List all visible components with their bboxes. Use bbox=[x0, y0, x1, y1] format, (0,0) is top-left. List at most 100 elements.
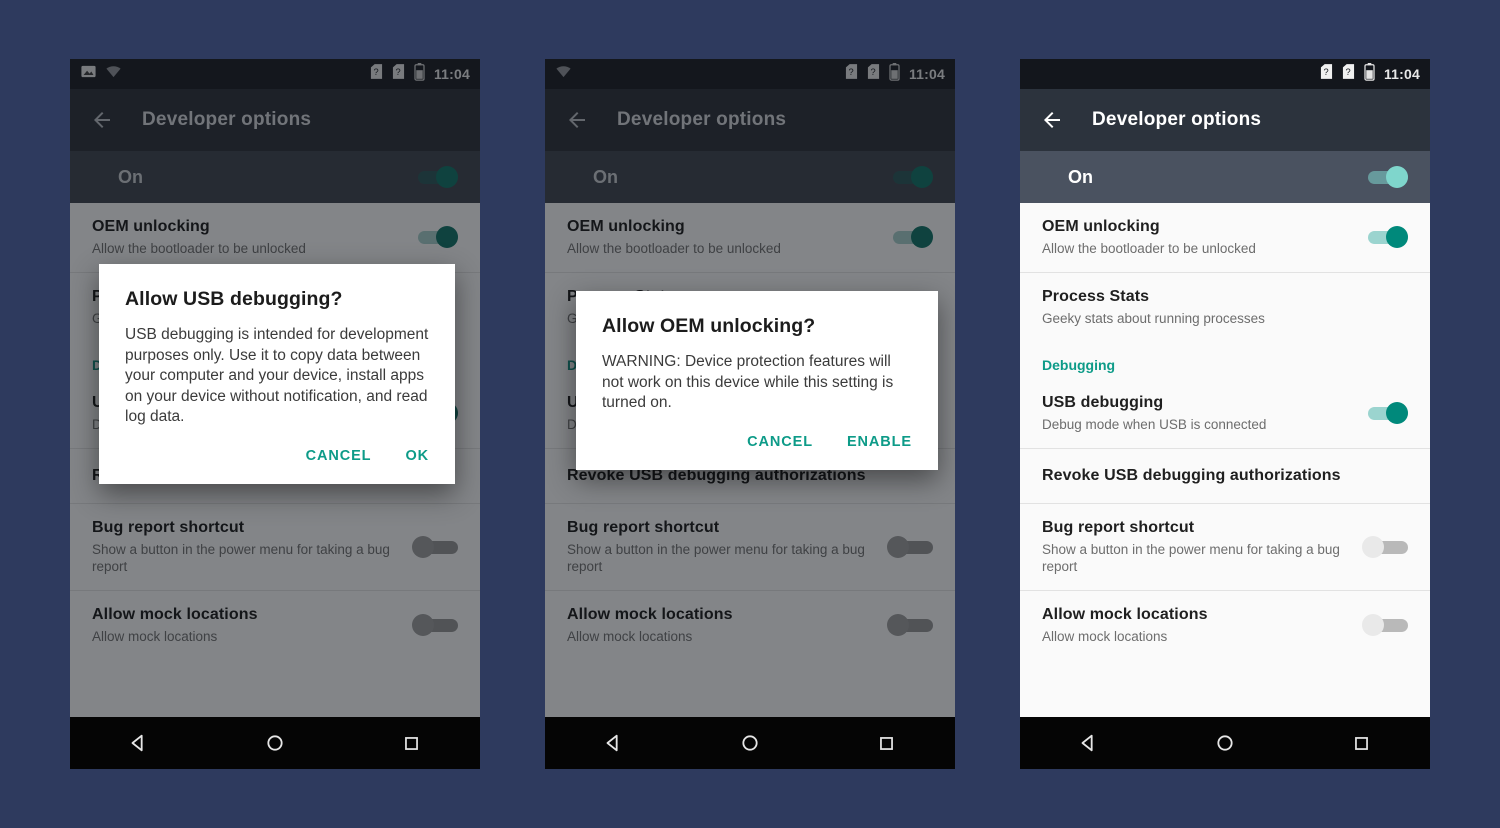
setting-subtitle: Debug mode when USB is connected bbox=[1042, 417, 1267, 433]
status-bar: ? ? 11:04 bbox=[545, 59, 955, 89]
developer-options-master-row[interactable]: On bbox=[1020, 151, 1430, 203]
phone-panel-usb-debugging: ? ? 11:04 Developer options On OEM unloc… bbox=[70, 59, 480, 769]
bug-report-shortcut-toggle[interactable] bbox=[412, 535, 458, 558]
bug-report-shortcut-toggle[interactable] bbox=[887, 535, 933, 558]
recents-square-icon[interactable] bbox=[865, 728, 909, 758]
svg-text:?: ? bbox=[373, 67, 378, 77]
dialog-title: Allow OEM unlocking? bbox=[602, 315, 816, 337]
setting-subtitle: Allow the bootloader to be unlocked bbox=[567, 241, 781, 256]
status-bar-left-icons bbox=[555, 63, 572, 85]
battery-icon bbox=[414, 62, 425, 86]
cancel-button[interactable]: CANCEL bbox=[747, 434, 813, 450]
android-nav-bar bbox=[1020, 717, 1430, 769]
setting-title: OEM unlocking bbox=[1042, 218, 1160, 235]
usb-debugging-dialog: Allow USB debugging? USB debugging is in… bbox=[99, 264, 455, 485]
developer-options-master-row[interactable]: On bbox=[70, 151, 480, 203]
oem-unlocking-dialog: Allow OEM unlocking? WARNING: Device pro… bbox=[576, 291, 938, 470]
list-item[interactable]: Revoke USB debugging authorizations bbox=[1020, 448, 1430, 503]
setting-title: Bug report shortcut bbox=[1042, 518, 1195, 536]
list-item[interactable]: OEM unlocking Allow the bootloader to be… bbox=[545, 203, 955, 272]
recents-square-icon[interactable] bbox=[1340, 728, 1384, 758]
arrow-back-icon[interactable] bbox=[565, 108, 589, 132]
list-item[interactable]: Process Stats Geeky stats about running … bbox=[1020, 272, 1430, 342]
status-bar-clock: 11:04 bbox=[908, 66, 945, 82]
android-nav-bar bbox=[545, 717, 955, 769]
arrow-back-icon[interactable] bbox=[1040, 108, 1064, 132]
status-bar: ? ? 11:04 bbox=[1020, 59, 1430, 89]
ok-button[interactable]: OK bbox=[405, 448, 429, 464]
bug-report-shortcut-toggle[interactable] bbox=[1362, 535, 1408, 558]
home-circle-icon[interactable] bbox=[728, 728, 772, 758]
setting-subtitle: Allow mock locations bbox=[92, 628, 218, 644]
list-item[interactable]: USB debugging Debug mode when USB is con… bbox=[1020, 379, 1430, 448]
page-title: Developer options bbox=[142, 109, 312, 130]
image-icon bbox=[80, 63, 97, 85]
oem-unlocking-toggle[interactable] bbox=[1362, 226, 1408, 249]
setting-subtitle: Show a button in the power menu for taki… bbox=[567, 541, 865, 575]
list-item[interactable]: Allow mock locations Allow mock location… bbox=[545, 590, 955, 660]
master-switch-label: On bbox=[1068, 166, 1093, 187]
list-item[interactable]: Bug report shortcut Show a button in the… bbox=[70, 503, 480, 590]
dialog-title: Allow USB debugging? bbox=[125, 288, 343, 310]
master-toggle-switch[interactable] bbox=[887, 166, 933, 188]
setting-title: Bug report shortcut bbox=[567, 518, 720, 536]
sim-card-question-icon: ? bbox=[1342, 63, 1355, 85]
allow-mock-locations-toggle[interactable] bbox=[412, 614, 458, 636]
list-item[interactable]: Bug report shortcut Show a button in the… bbox=[1020, 503, 1430, 590]
status-bar-right-icons: ? ? 11:04 bbox=[845, 62, 945, 86]
battery-icon bbox=[889, 62, 900, 86]
master-switch-label: On bbox=[118, 166, 143, 187]
list-item[interactable]: OEM unlocking Allow the bootloader to be… bbox=[1020, 203, 1430, 272]
page-title: Developer options bbox=[1092, 109, 1262, 130]
usb-debugging-toggle[interactable] bbox=[1362, 402, 1408, 425]
setting-subtitle: Allow mock locations bbox=[567, 628, 693, 644]
back-triangle-icon[interactable] bbox=[1066, 728, 1110, 758]
list-item[interactable]: OEM unlocking Allow the bootloader to be… bbox=[70, 203, 480, 272]
back-triangle-icon[interactable] bbox=[591, 728, 635, 758]
setting-title: Bug report shortcut bbox=[92, 518, 245, 536]
svg-text:?: ? bbox=[395, 67, 400, 77]
setting-title: Revoke USB debugging authorizations bbox=[1042, 466, 1341, 484]
master-switch-label: On bbox=[593, 166, 618, 187]
android-nav-bar bbox=[70, 717, 480, 769]
enable-button[interactable]: ENABLE bbox=[847, 434, 912, 450]
arrow-back-icon[interactable] bbox=[90, 108, 114, 132]
list-item[interactable]: Allow mock locations Allow mock location… bbox=[1020, 590, 1430, 660]
cancel-button[interactable]: CANCEL bbox=[306, 448, 372, 464]
setting-subtitle: Show a button in the power menu for taki… bbox=[92, 541, 390, 575]
sim-card-question-icon: ? bbox=[370, 63, 383, 85]
settings-list: OEM unlocking Allow the bootloader to be… bbox=[1020, 203, 1430, 717]
svg-text:?: ? bbox=[1345, 67, 1350, 77]
screenshot-stage: ? ? 11:04 Developer options On OEM unloc… bbox=[0, 0, 1500, 828]
master-toggle-switch[interactable] bbox=[412, 166, 458, 188]
allow-mock-locations-toggle[interactable] bbox=[887, 614, 933, 636]
setting-subtitle: Geeky stats about running processes bbox=[1042, 310, 1265, 326]
dialog-message: USB debugging is intended for developmen… bbox=[125, 326, 429, 426]
oem-unlocking-toggle[interactable] bbox=[412, 226, 458, 249]
home-circle-icon[interactable] bbox=[253, 728, 297, 758]
sim-card-question-icon: ? bbox=[867, 63, 880, 85]
setting-subtitle: Show a button in the power menu for taki… bbox=[1042, 541, 1340, 575]
list-item[interactable]: Bug report shortcut Show a button in the… bbox=[545, 503, 955, 590]
master-toggle-switch[interactable] bbox=[1362, 166, 1408, 188]
list-item[interactable]: Allow mock locations Allow mock location… bbox=[70, 590, 480, 660]
back-triangle-icon[interactable] bbox=[116, 728, 160, 758]
app-toolbar: Developer options bbox=[1020, 89, 1430, 151]
developer-options-master-row[interactable]: On bbox=[545, 151, 955, 203]
home-circle-icon[interactable] bbox=[1203, 728, 1247, 758]
setting-title: Allow mock locations bbox=[92, 605, 258, 623]
phone-panel-settings-list: ? ? 11:04 Developer options On OEM unloc… bbox=[1020, 59, 1430, 769]
allow-mock-locations-toggle[interactable] bbox=[1362, 614, 1408, 636]
setting-title: Allow mock locations bbox=[1042, 605, 1208, 623]
toggle-thumb bbox=[436, 166, 458, 188]
sim-card-question-icon: ? bbox=[392, 63, 405, 85]
setting-title: OEM unlocking bbox=[567, 218, 685, 235]
status-bar-right-icons: ? ? 11:04 bbox=[370, 62, 470, 86]
battery-icon bbox=[1364, 62, 1375, 86]
svg-text:?: ? bbox=[870, 67, 875, 77]
oem-unlocking-toggle[interactable] bbox=[887, 226, 933, 249]
setting-title: OEM unlocking bbox=[92, 218, 210, 235]
status-bar-clock: 11:04 bbox=[1383, 66, 1420, 82]
wifi-icon bbox=[105, 63, 122, 85]
recents-square-icon[interactable] bbox=[390, 728, 434, 758]
